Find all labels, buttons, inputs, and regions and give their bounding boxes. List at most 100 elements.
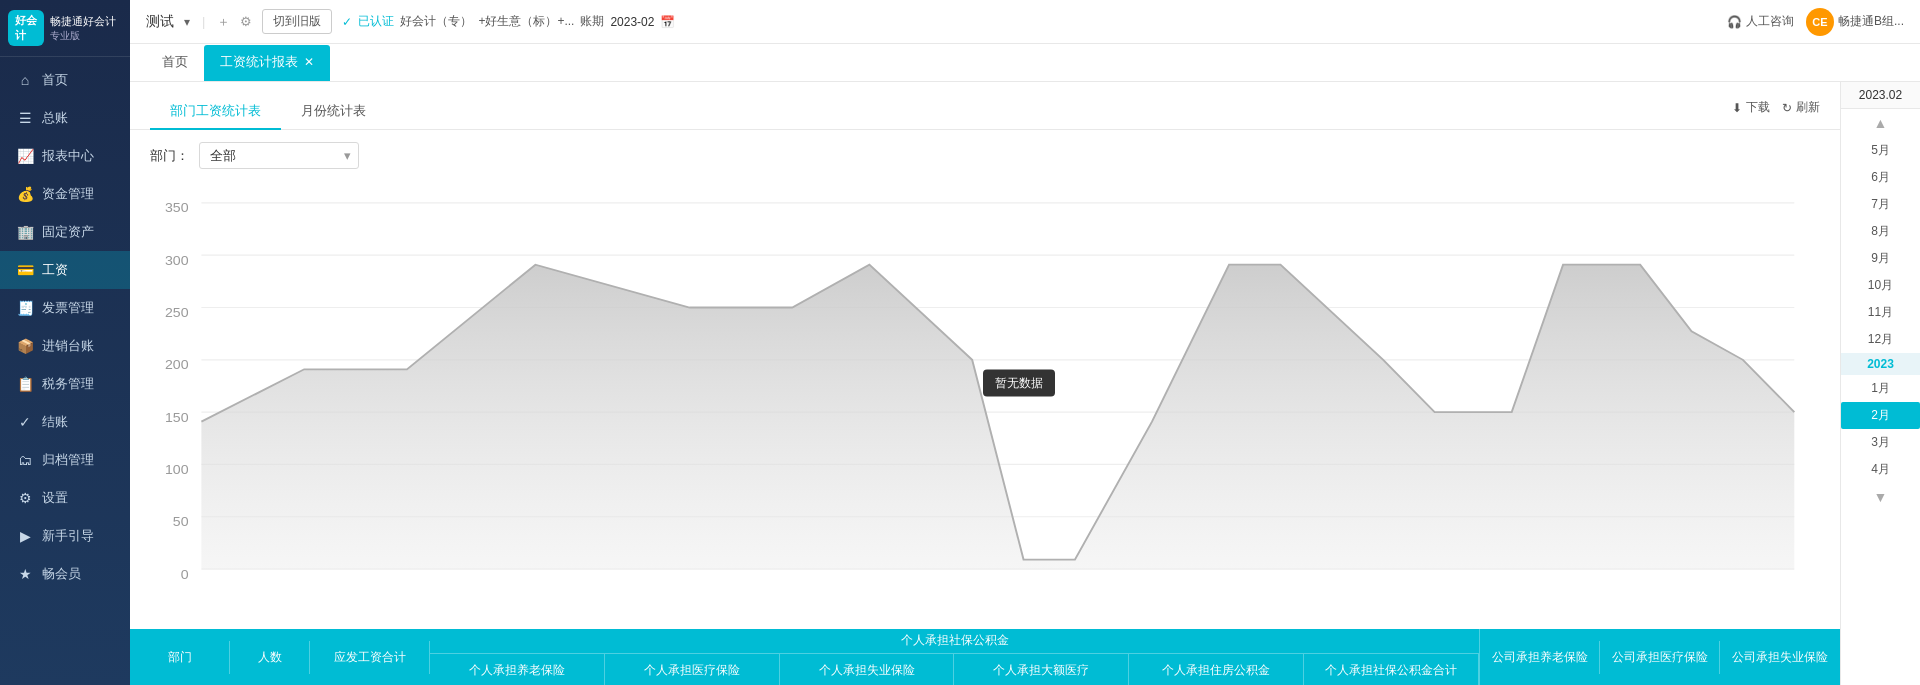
content-area: 部门工资统计表 月份统计表 ⬇ 下载 ↻ 刷新 [130, 82, 1920, 685]
sidebar-item-home[interactable]: ⌂ 首页 [0, 61, 130, 99]
cal-month-feb-active[interactable]: 2月 [1841, 402, 1920, 429]
cal-nav-up[interactable]: ▲ [1867, 109, 1895, 137]
sub-tabs-right: ⬇ 下载 ↻ 刷新 [1732, 99, 1820, 124]
tabs-bar: 首页 工资统计报表 ✕ [130, 44, 1920, 82]
add-icon[interactable]: ＋ [217, 13, 230, 31]
cal-month-11[interactable]: 11月 [1841, 299, 1920, 326]
cal-month-apr[interactable]: 4月 [1841, 456, 1920, 483]
sidebar-item-vip[interactable]: ★ 畅会员 [0, 555, 130, 593]
sidebar-item-fixed-assets[interactable]: 🏢 固定资产 [0, 213, 130, 251]
chart-area: 350 300 250 200 150 100 50 0 [130, 181, 1840, 629]
guide-icon: ▶ [16, 528, 34, 544]
sidebar-item-reports[interactable]: 📈 报表中心 [0, 137, 130, 175]
svg-text:350: 350 [165, 201, 189, 215]
ledger-icon: ☰ [16, 110, 34, 126]
certified-icon: ✓ [342, 15, 352, 29]
sub-tabs: 部门工资统计表 月份统计表 ⬇ 下载 ↻ 刷新 [130, 82, 1840, 130]
left-panel: 部门工资统计表 月份统计表 ⬇ 下载 ↻ 刷新 [130, 82, 1840, 685]
col-total-salary: 应发工资合计 [310, 641, 430, 674]
chart-svg: 350 300 250 200 150 100 50 0 [150, 191, 1820, 619]
funds-icon: 💰 [16, 186, 34, 202]
cal-nav-down[interactable]: ▼ [1867, 483, 1895, 511]
col-pension: 个人承担养老保险 [430, 654, 605, 686]
svg-text:250: 250 [165, 305, 189, 319]
dept-filter-label: 部门： [150, 147, 189, 165]
cal-month-7[interactable]: 7月 [1841, 191, 1920, 218]
col-company-medical: 公司承担医疗保险 [1600, 641, 1720, 674]
cal-month-9[interactable]: 9月 [1841, 245, 1920, 272]
chart-area-fill [201, 265, 1794, 569]
sidebar-item-settings[interactable]: ⚙ 设置 [0, 479, 130, 517]
status-certified: 已认证 [358, 13, 394, 30]
tab-home[interactable]: 首页 [146, 45, 204, 81]
col-company-pension: 公司承担养老保险 [1480, 641, 1600, 674]
salary-icon: 💳 [16, 262, 34, 278]
filter-bar: 部门： 全部 研发部 销售部 财务部 [130, 130, 1840, 181]
svg-text:100: 100 [165, 462, 189, 476]
dept-select[interactable]: 全部 研发部 销售部 财务部 [199, 142, 359, 169]
period-label: 账期 [580, 13, 604, 30]
archive-icon: 🗂 [16, 452, 34, 468]
refresh-btn[interactable]: ↻ 刷新 [1782, 99, 1820, 116]
status-biz: +好生意（标）+... [478, 13, 574, 30]
col-count: 人数 [230, 641, 310, 674]
col-dept: 部门 [130, 641, 230, 674]
main-content: 测试 ▾ | ＋ ⚙ 切到旧版 ✓ 已认证 好会计（专） +好生意（标）+...… [130, 0, 1920, 685]
tab-salary[interactable]: 工资统计报表 ✕ [204, 45, 330, 81]
col-major-medical: 个人承担大额医疗 [954, 654, 1129, 686]
group-sub-headers: 个人承担养老保险 个人承担医疗保险 个人承担失业保险 个人承担大额医疗 个人承担… [430, 654, 1479, 686]
sidebar: 好会计 畅捷通好会计 专业版 ⌂ 首页 ☰ 总账 📈 报表中心 💰 资金管理 🏢… [0, 0, 130, 685]
cal-month-jan[interactable]: 1月 [1841, 375, 1920, 402]
sub-tab-monthly[interactable]: 月份统计表 [281, 94, 386, 130]
cal-month-mar[interactable]: 3月 [1841, 429, 1920, 456]
download-icon: ⬇ [1732, 101, 1742, 115]
sidebar-item-checkout[interactable]: ✓ 结账 [0, 403, 130, 441]
status-good: 好会计（专） [400, 13, 472, 30]
col-company-unemployment: 公司承担失业保险 [1720, 641, 1840, 674]
topbar: 测试 ▾ | ＋ ⚙ 切到旧版 ✓ 已认证 好会计（专） +好生意（标）+...… [130, 0, 1920, 44]
user-avatar: CE [1806, 8, 1834, 36]
cal-year-label: 2023.02 [1841, 82, 1920, 109]
cal-month-12[interactable]: 12月 [1841, 326, 1920, 353]
topbar-dropdown[interactable]: ▾ [184, 15, 190, 29]
svg-text:150: 150 [165, 410, 189, 424]
sidebar-item-tax[interactable]: 📋 税务管理 [0, 365, 130, 403]
tab-close-icon[interactable]: ✕ [304, 55, 314, 69]
cal-month-5[interactable]: 5月 [1841, 137, 1920, 164]
sidebar-item-archive[interactable]: 🗂 归档管理 [0, 441, 130, 479]
switch-to-old-btn[interactable]: 切到旧版 [262, 9, 332, 34]
home-icon: ⌂ [16, 72, 34, 88]
reports-icon: 📈 [16, 148, 34, 164]
tax-icon: 📋 [16, 376, 34, 392]
cal-month-10[interactable]: 10月 [1841, 272, 1920, 299]
refresh-icon: ↻ [1782, 101, 1792, 115]
vip-icon: ★ [16, 566, 34, 582]
sidebar-item-salary[interactable]: 💳 工资 [0, 251, 130, 289]
fixed-assets-icon: 🏢 [16, 224, 34, 240]
download-btn[interactable]: ⬇ 下载 [1732, 99, 1770, 116]
right-panel: 2023.02 ▲ 5月 6月 7月 8月 9月 10月 11月 12月 202… [1840, 82, 1920, 685]
sidebar-item-ledger[interactable]: ☰ 总账 [0, 99, 130, 137]
settings-topbar-icon[interactable]: ⚙ [240, 14, 252, 29]
sidebar-menu: ⌂ 首页 ☰ 总账 📈 报表中心 💰 资金管理 🏢 固定资产 💳 工资 🧾 发票… [0, 57, 130, 685]
svg-text:50: 50 [173, 515, 189, 529]
checkout-icon: ✓ [16, 414, 34, 430]
user-menu-btn[interactable]: CE 畅捷通B组... [1806, 8, 1904, 36]
ai-consult-btn[interactable]: 🎧 人工咨询 [1727, 13, 1794, 30]
sidebar-logo: 好会计 畅捷通好会计 专业版 [0, 0, 130, 57]
period-value: 2023-02 [610, 15, 654, 29]
cal-year-2023: 2023 [1841, 353, 1920, 375]
dept-select-wrap: 全部 研发部 销售部 财务部 [199, 142, 359, 169]
svg-text:0: 0 [181, 567, 189, 581]
cal-month-6[interactable]: 6月 [1841, 164, 1920, 191]
sidebar-item-guide[interactable]: ▶ 新手引导 [0, 517, 130, 555]
calendar-icon[interactable]: 📅 [660, 15, 675, 29]
sub-tab-dept[interactable]: 部门工资统计表 [150, 94, 281, 130]
sidebar-item-funds[interactable]: 💰 资金管理 [0, 175, 130, 213]
sub-tabs-left: 部门工资统计表 月份统计表 [150, 94, 386, 129]
sidebar-item-sales[interactable]: 📦 进销台账 [0, 327, 130, 365]
col-housing-fund: 个人承担住房公积金 [1129, 654, 1304, 686]
logo-icon: 好会计 [8, 10, 44, 46]
cal-month-8[interactable]: 8月 [1841, 218, 1920, 245]
sidebar-item-invoice[interactable]: 🧾 发票管理 [0, 289, 130, 327]
